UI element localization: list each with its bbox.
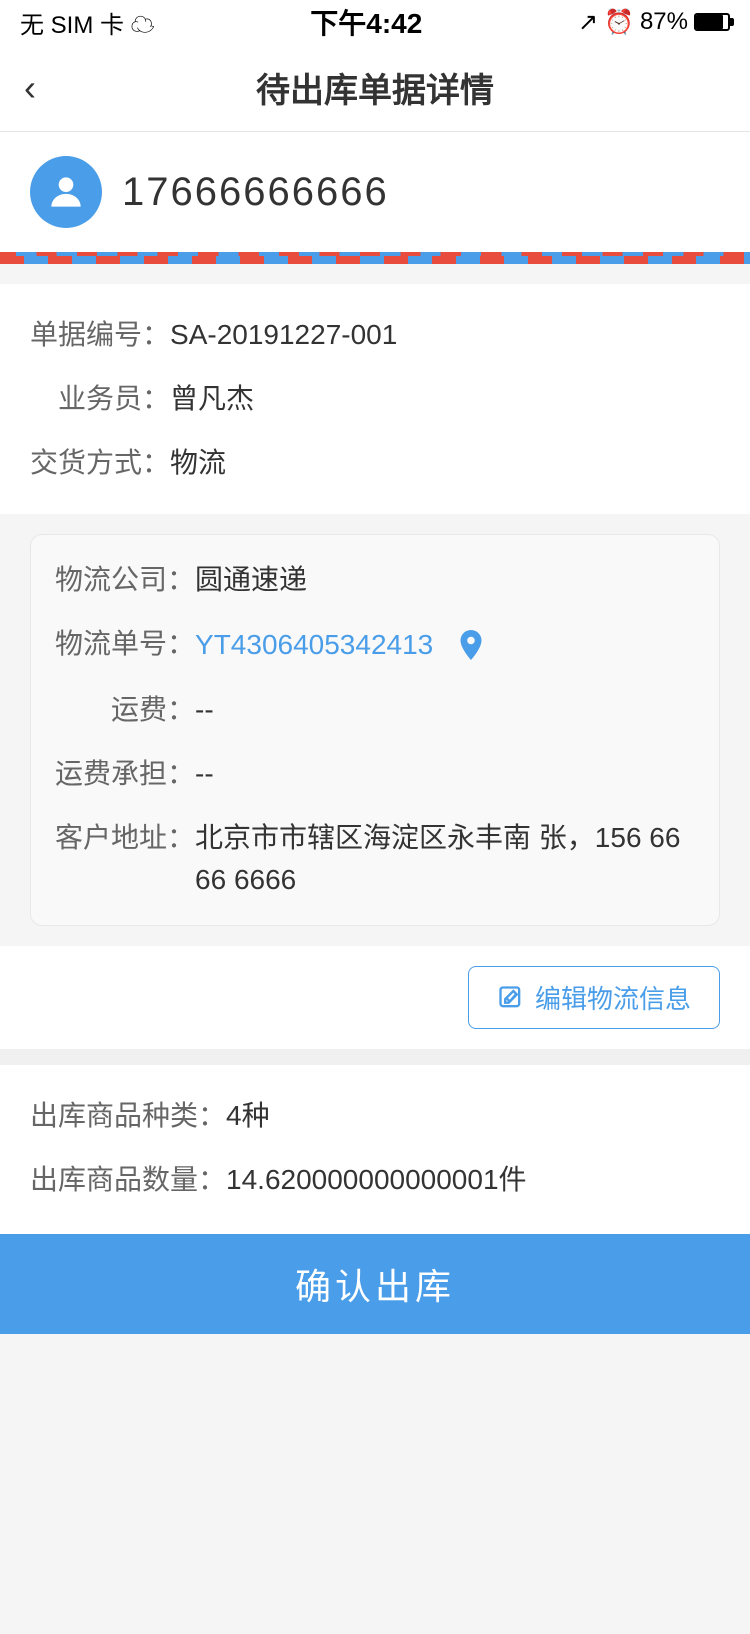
- goods-type-label: 出库商品种类：: [30, 1095, 226, 1137]
- address-label: 客户地址：: [55, 817, 195, 859]
- tracking-no-value: YT4306405342413: [195, 624, 433, 666]
- document-no-row: 单据编号： SA-20191227-001: [30, 314, 720, 356]
- edit-logistics-button[interactable]: 编辑物流信息: [468, 966, 720, 1029]
- logistics-card: 物流公司： 圆通速递 物流单号： YT4306405342413 运费： -- …: [30, 534, 720, 926]
- tracking-no-content: YT4306405342413: [195, 623, 493, 667]
- logistics-company-label: 物流公司：: [55, 559, 195, 601]
- battery-icon: [694, 13, 730, 31]
- edit-logistics-wrap: 编辑物流信息: [0, 946, 750, 1049]
- location-icon: ↗: [578, 8, 598, 37]
- status-time: 下午4:42: [310, 2, 422, 42]
- edit-icon: [497, 984, 525, 1012]
- tracking-no-row: 物流单号： YT4306405342413: [55, 623, 695, 667]
- status-bar: 无 SIM 卡 ☁ 下午4:42 ↗ ⏰ 87%: [0, 0, 750, 44]
- battery-text: 87%: [640, 8, 688, 36]
- back-button[interactable]: ‹: [24, 67, 36, 109]
- delivery-method-value: 物流: [170, 442, 720, 484]
- sim-wifi-text: 无 SIM 卡 ☁: [20, 5, 155, 40]
- salesperson-value: 曾凡杰: [170, 378, 720, 420]
- confirm-button[interactable]: 确认出库: [0, 1234, 750, 1334]
- document-no-label: 单据编号：: [30, 314, 170, 356]
- logistics-company-row: 物流公司： 圆通速递: [55, 559, 695, 601]
- user-phone: 17666666666: [122, 170, 389, 215]
- content-spacer: [0, 1334, 750, 1534]
- order-info-section: 单据编号： SA-20191227-001 业务员： 曾凡杰 交货方式： 物流: [0, 284, 750, 514]
- status-right: ↗ ⏰ 87%: [578, 8, 730, 37]
- freight-bearer-label: 运费承担：: [55, 753, 195, 795]
- freight-label: 运费：: [55, 689, 195, 731]
- delivery-method-label: 交货方式：: [30, 442, 170, 484]
- nav-bar: ‹ 待出库单据详情: [0, 44, 750, 132]
- delivery-method-row: 交货方式： 物流: [30, 442, 720, 484]
- section-separator: [0, 1049, 750, 1065]
- goods-type-row: 出库商品种类： 4种: [30, 1095, 720, 1137]
- page-title: 待出库单据详情: [256, 63, 494, 112]
- alarm-icon: ⏰: [604, 8, 634, 37]
- goods-quantity-label: 出库商品数量：: [30, 1159, 226, 1201]
- address-row: 客户地址： 北京市市辖区海淀区永丰南 张，156 6666 6666: [55, 817, 695, 901]
- goods-quantity-row: 出库商品数量： 14.620000000000001件: [30, 1159, 720, 1201]
- goods-section: 出库商品种类： 4种 出库商品数量： 14.620000000000001件: [0, 1065, 750, 1231]
- tracking-no-label: 物流单号：: [55, 623, 195, 665]
- edit-logistics-label: 编辑物流信息: [535, 979, 691, 1016]
- goods-quantity-value: 14.620000000000001件: [226, 1159, 720, 1201]
- freight-row: 运费： --: [55, 689, 695, 731]
- logistics-company-value: 圆通速递: [195, 559, 695, 601]
- user-header: 17666666666: [0, 132, 750, 256]
- freight-value: --: [195, 689, 695, 731]
- confirm-button-label: 确认出库: [295, 1258, 455, 1310]
- goods-type-value: 4种: [226, 1095, 720, 1137]
- salesperson-label: 业务员：: [30, 378, 170, 420]
- document-no-value: SA-20191227-001: [170, 314, 720, 356]
- freight-bearer-value: --: [195, 753, 695, 795]
- map-pin-icon[interactable]: [449, 623, 493, 667]
- freight-bearer-row: 运费承担： --: [55, 753, 695, 795]
- status-left: 无 SIM 卡 ☁: [20, 5, 155, 40]
- address-value: 北京市市辖区海淀区永丰南 张，156 6666 6666: [195, 817, 695, 901]
- avatar: [30, 156, 102, 228]
- salesperson-row: 业务员： 曾凡杰: [30, 378, 720, 420]
- user-icon: [44, 170, 88, 214]
- stripe-divider: [0, 256, 750, 264]
